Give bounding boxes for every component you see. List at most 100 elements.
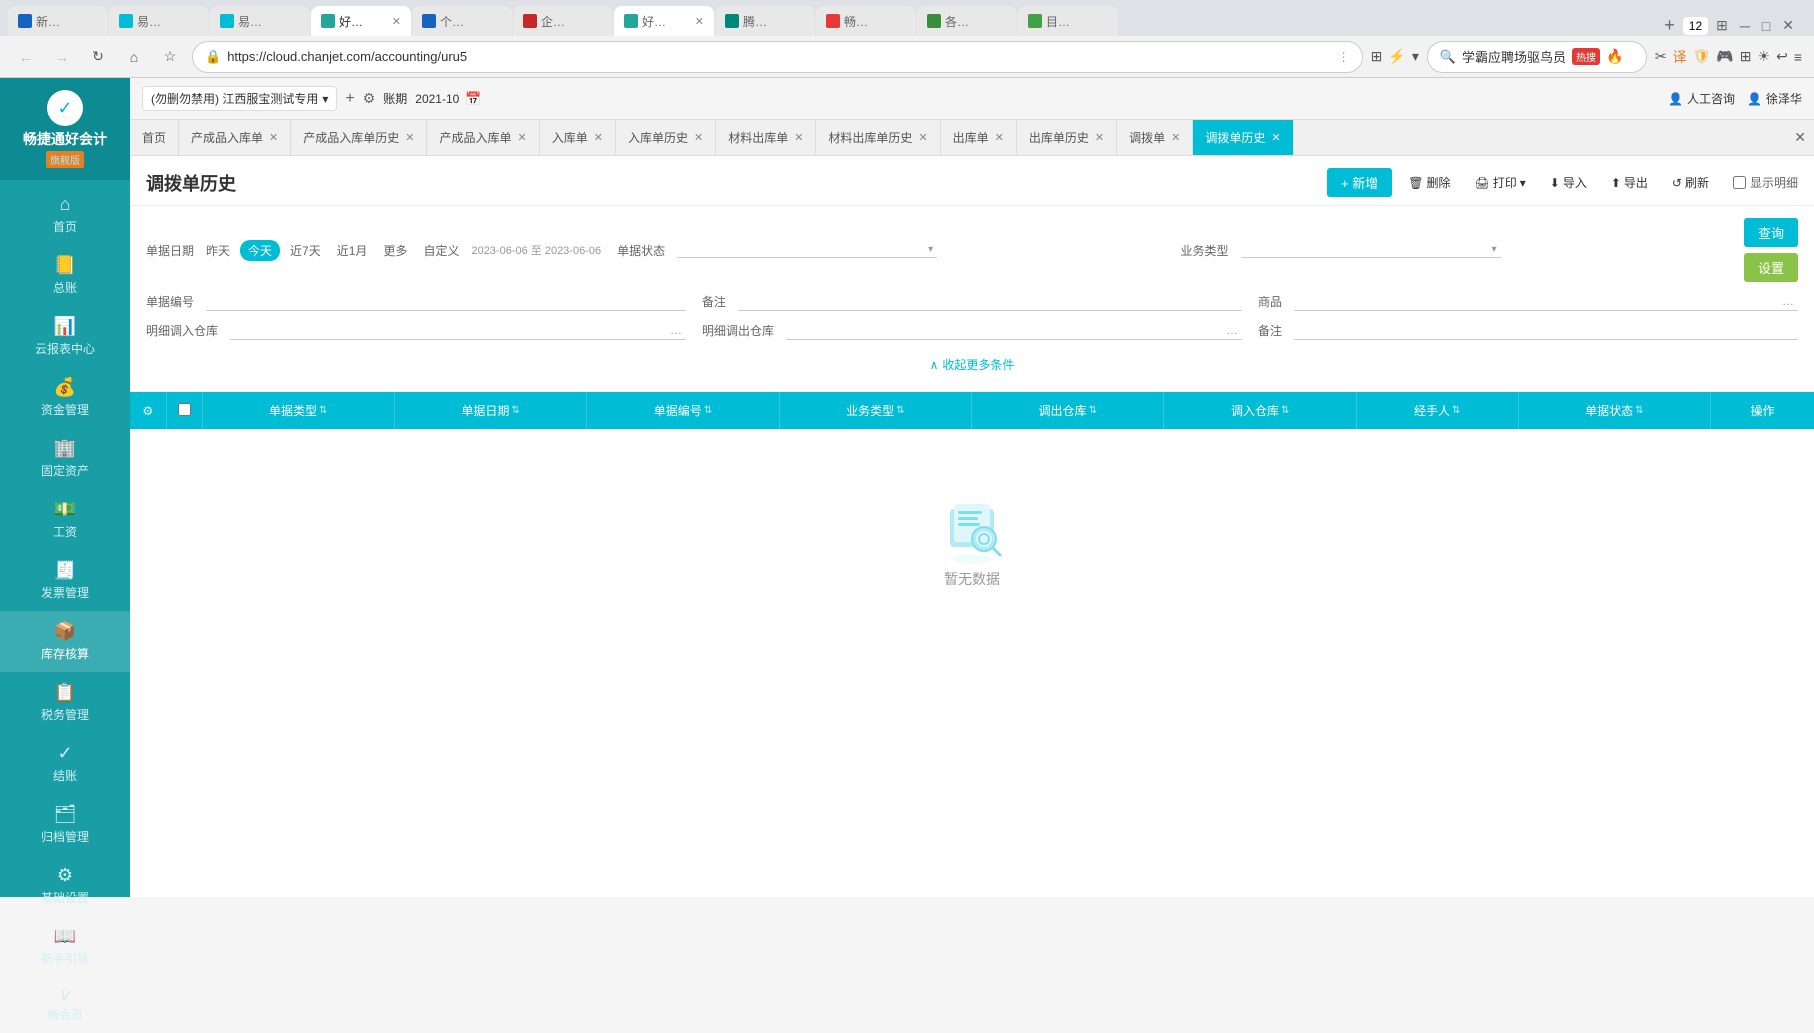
- close-button[interactable]: ✕: [1778, 17, 1798, 34]
- apps-icon[interactable]: ⊞: [1740, 48, 1752, 65]
- forward-button[interactable]: →: [48, 43, 76, 71]
- app-tab-7[interactable]: 材料出库单历史 ✕: [816, 120, 940, 156]
- address-bar[interactable]: 🔒 https://cloud.chanjet.com/accounting/u…: [192, 41, 1363, 73]
- print-btn[interactable]: 🖨 打印 ▾: [1466, 170, 1533, 195]
- detail-out-more-icon[interactable]: …: [1226, 323, 1238, 337]
- home-button[interactable]: ⌂: [120, 43, 148, 71]
- browser-tab-10[interactable]: 各…: [917, 6, 1017, 36]
- date-btn-yesterday[interactable]: 昨天: [200, 240, 236, 261]
- game-icon[interactable]: 🎮: [1716, 48, 1733, 65]
- date-btn-7days[interactable]: 近7天: [284, 240, 327, 261]
- th-business-type[interactable]: 业务类型 ⇅: [779, 392, 971, 429]
- browser-tab-11[interactable]: 目…: [1018, 6, 1118, 36]
- new-btn[interactable]: + 新增: [1327, 168, 1392, 197]
- sidebar-item-ledger[interactable]: 📒 总账: [0, 245, 130, 306]
- app-tab-6[interactable]: 材料出库单 ✕: [716, 120, 816, 156]
- browser-tab-1[interactable]: 新…: [8, 6, 108, 36]
- th-order-status[interactable]: 单据状态 ⇅: [1518, 392, 1710, 429]
- app-tab-2-close[interactable]: ✕: [405, 131, 414, 144]
- th-order-date[interactable]: 单据日期 ⇅: [394, 392, 586, 429]
- th-order-no[interactable]: 单据编号 ⇅: [587, 392, 779, 429]
- dropdown-arrow[interactable]: ▾: [1412, 48, 1419, 65]
- period-selector[interactable]: 账期 2021-10 📅: [383, 90, 481, 107]
- company-selector[interactable]: (勿删勿禁用) 江西服宝测试专用 ▾: [142, 86, 337, 111]
- detail-in-select[interactable]: …: [230, 321, 686, 340]
- app-tab-home[interactable]: 首页: [130, 120, 179, 156]
- browser-tab-7[interactable]: 好… ✕: [614, 6, 714, 36]
- product-select[interactable]: …: [1294, 292, 1798, 311]
- app-tab-1-close[interactable]: ✕: [269, 131, 278, 144]
- sidebar-item-home[interactable]: ⌂ 首页: [0, 184, 130, 245]
- bookmark-button[interactable]: ☆: [156, 43, 184, 71]
- th-transfer-in[interactable]: 调入仓库 ⇅: [1164, 392, 1356, 429]
- sidebar-item-settings[interactable]: ⚙ 基础设置: [0, 855, 130, 916]
- maximize-button[interactable]: □: [1758, 18, 1774, 34]
- sidebar-item-inventory[interactable]: 📦 库存核算: [0, 611, 130, 672]
- add-company-btn[interactable]: +: [345, 90, 354, 108]
- back-button[interactable]: ←: [12, 43, 40, 71]
- browser-tab-4[interactable]: 好… ✕: [311, 6, 411, 36]
- app-tab-3-close[interactable]: ✕: [518, 131, 527, 144]
- app-tab-8-close[interactable]: ✕: [995, 131, 1004, 144]
- product-more-icon[interactable]: …: [1782, 294, 1794, 308]
- settings-table-icon[interactable]: ⚙: [142, 404, 153, 418]
- brightness-icon[interactable]: ☀: [1758, 48, 1771, 65]
- order-no-input[interactable]: [206, 292, 686, 311]
- new-tab-button[interactable]: +: [1660, 15, 1679, 36]
- tab-menu-icon[interactable]: ⊞: [1712, 17, 1732, 34]
- tab-bar-close[interactable]: ✕: [1794, 129, 1814, 146]
- minimize-button[interactable]: ─: [1736, 18, 1754, 34]
- browser-tab-5[interactable]: 个…: [412, 6, 512, 36]
- browser-tab-9[interactable]: 畅…: [816, 6, 916, 36]
- import-btn[interactable]: ⬇ 导入: [1542, 170, 1595, 195]
- detail-in-more-icon[interactable]: …: [670, 323, 682, 337]
- translate-icon[interactable]: 译: [1673, 47, 1687, 67]
- th-order-type[interactable]: 单据类型 ⇅: [202, 392, 394, 429]
- select-all-checkbox[interactable]: [178, 403, 191, 416]
- collapse-btn[interactable]: ∧ 收起更多条件: [146, 350, 1798, 379]
- date-btn-1month[interactable]: 近1月: [331, 240, 374, 261]
- refresh-button[interactable]: ↻: [84, 43, 112, 71]
- export-btn[interactable]: ⬆ 导出: [1603, 170, 1656, 195]
- app-tab-2[interactable]: 产成品入库单历史 ✕: [291, 120, 427, 156]
- app-tab-1[interactable]: 产成品入库单 ✕: [179, 120, 291, 156]
- menu-icon[interactable]: ≡: [1794, 49, 1802, 65]
- search-bar[interactable]: 🔍 学霸应聘场驱鸟员 热搜 🔥: [1427, 41, 1647, 73]
- th-settings[interactable]: ⚙: [130, 392, 166, 429]
- browser-tab-2[interactable]: 易…: [109, 6, 209, 36]
- app-tab-5[interactable]: 入库单历史 ✕: [616, 120, 716, 156]
- app-tab-5-close[interactable]: ✕: [694, 131, 703, 144]
- date-btn-custom[interactable]: 自定义: [417, 240, 465, 261]
- app-tab-8[interactable]: 出库单 ✕: [941, 120, 1017, 156]
- browser-tab-7-close[interactable]: ✕: [695, 15, 704, 28]
- settings-config-btn[interactable]: 设置: [1744, 253, 1798, 282]
- display-checkbox[interactable]: [1733, 176, 1746, 189]
- browser-tab-8[interactable]: 腾…: [715, 6, 815, 36]
- consultant-btn[interactable]: 👤 人工咨询: [1668, 90, 1735, 107]
- sidebar-item-wages[interactable]: 💵 工资: [0, 489, 130, 550]
- th-handler[interactable]: 经手人 ⇅: [1356, 392, 1518, 429]
- browser-tab-6[interactable]: 企…: [513, 6, 613, 36]
- query-btn[interactable]: 查询: [1744, 218, 1798, 247]
- scissors-icon[interactable]: ✂: [1655, 48, 1667, 65]
- browser-tab-3[interactable]: 易…: [210, 6, 310, 36]
- date-btn-more[interactable]: 更多: [377, 240, 413, 261]
- sidebar-item-archive[interactable]: 🗂 归档管理: [0, 794, 130, 855]
- app-tab-10-close[interactable]: ✕: [1171, 131, 1180, 144]
- sidebar-item-member[interactable]: V 畅会员: [0, 977, 130, 1033]
- lightning-icon[interactable]: ⚡: [1388, 48, 1405, 65]
- detail-out-select[interactable]: …: [786, 321, 1242, 340]
- app-tab-7-close[interactable]: ✕: [918, 131, 927, 144]
- sidebar-item-invoice[interactable]: 🧾 发票管理: [0, 550, 130, 611]
- remark2-input[interactable]: [1294, 321, 1798, 340]
- app-tab-6-close[interactable]: ✕: [794, 131, 803, 144]
- app-tab-3[interactable]: 产成品入库单 ✕: [427, 120, 539, 156]
- settings-btn[interactable]: ⚙: [363, 90, 376, 107]
- undo-icon[interactable]: ↩: [1776, 48, 1788, 65]
- app-tab-11-close[interactable]: ✕: [1271, 131, 1280, 144]
- sidebar-item-reports[interactable]: 📊 云报表中心: [0, 306, 130, 367]
- sidebar-item-settle[interactable]: ✓ 结账: [0, 733, 130, 794]
- app-tab-4[interactable]: 入库单 ✕: [540, 120, 616, 156]
- app-tab-10[interactable]: 调拨单 ✕: [1117, 120, 1193, 156]
- remark-input[interactable]: [738, 292, 1242, 311]
